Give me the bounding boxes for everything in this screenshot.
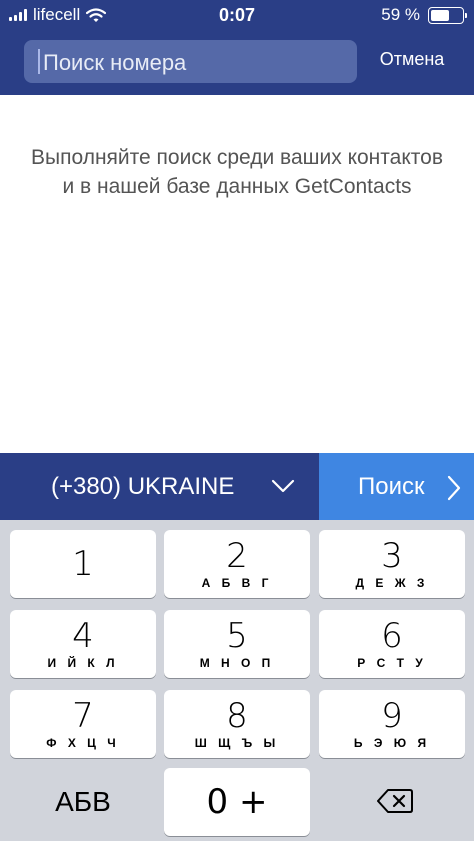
country-bar: (+380) UKRAINE Поиск bbox=[0, 453, 474, 520]
chevron-down-icon bbox=[271, 479, 295, 493]
key-digit: 7 bbox=[72, 696, 94, 736]
abc-label: АБВ bbox=[55, 786, 111, 817]
key-letters: Д Е Ж З bbox=[355, 576, 429, 590]
key-0[interactable]: 0 + bbox=[164, 768, 310, 836]
key-letters: Ь Э Ю Я bbox=[353, 736, 431, 750]
abc-switch-key[interactable]: АБВ bbox=[10, 768, 156, 836]
cancel-button[interactable]: Отмена bbox=[370, 49, 454, 70]
search-hint: Выполняйте поиск среди ваших контактов и… bbox=[31, 146, 443, 198]
key-digit: 9 bbox=[381, 696, 403, 736]
status-bar: lifecell 0:07 59 % bbox=[0, 0, 474, 32]
numeric-keypad: 1 2 А Б В Г 3 Д Е Ж З 4 И Й К Л 5 М Н О … bbox=[0, 520, 474, 841]
search-button[interactable]: Поиск bbox=[319, 453, 474, 520]
key-2[interactable]: 2 А Б В Г bbox=[164, 530, 310, 598]
battery-percent: 59 % bbox=[381, 5, 420, 24]
backspace-icon bbox=[377, 789, 413, 813]
key-digit: 3 bbox=[381, 536, 403, 576]
key-9[interactable]: 9 Ь Э Ю Я bbox=[319, 690, 465, 758]
key-3[interactable]: 3 Д Е Ж З bbox=[319, 530, 465, 598]
key-letters: М Н О П bbox=[199, 656, 275, 670]
key-letters: Р С Т У bbox=[357, 656, 427, 670]
key-digit: 6 bbox=[381, 616, 403, 656]
key-letters: А Б В Г bbox=[201, 576, 273, 590]
key-digit: 1 bbox=[72, 544, 94, 584]
search-button-label: Поиск bbox=[358, 473, 425, 500]
key-digit: 0 + bbox=[206, 782, 268, 822]
key-7[interactable]: 7 Ф Х Ц Ч bbox=[10, 690, 156, 758]
key-letters: Ф Х Ц Ч bbox=[46, 736, 120, 750]
key-6[interactable]: 6 Р С Т У bbox=[319, 610, 465, 678]
search-placeholder: Поиск номера bbox=[43, 50, 187, 75]
key-letters: И Й К Л bbox=[47, 656, 119, 670]
search-input[interactable]: Поиск номера bbox=[24, 40, 357, 83]
key-digit: 4 bbox=[72, 616, 94, 656]
chevron-right-icon bbox=[447, 475, 461, 501]
key-letters: Ш Щ Ъ Ы bbox=[194, 736, 280, 750]
backspace-key[interactable] bbox=[319, 768, 465, 836]
key-4[interactable]: 4 И Й К Л bbox=[10, 610, 156, 678]
key-digit: 8 bbox=[226, 696, 248, 736]
key-5[interactable]: 5 М Н О П bbox=[164, 610, 310, 678]
country-label: (+380) UKRAINE bbox=[51, 473, 235, 500]
country-selector[interactable]: (+380) UKRAINE bbox=[0, 453, 319, 520]
text-cursor bbox=[38, 49, 40, 74]
key-1[interactable]: 1 bbox=[10, 530, 156, 598]
key-digit: 2 bbox=[226, 536, 248, 576]
top-bar: lifecell 0:07 59 % Поиск номера Отмена bbox=[0, 0, 474, 95]
battery-icon bbox=[428, 6, 467, 24]
key-digit: 5 bbox=[226, 616, 248, 656]
key-8[interactable]: 8 Ш Щ Ъ Ы bbox=[164, 690, 310, 758]
